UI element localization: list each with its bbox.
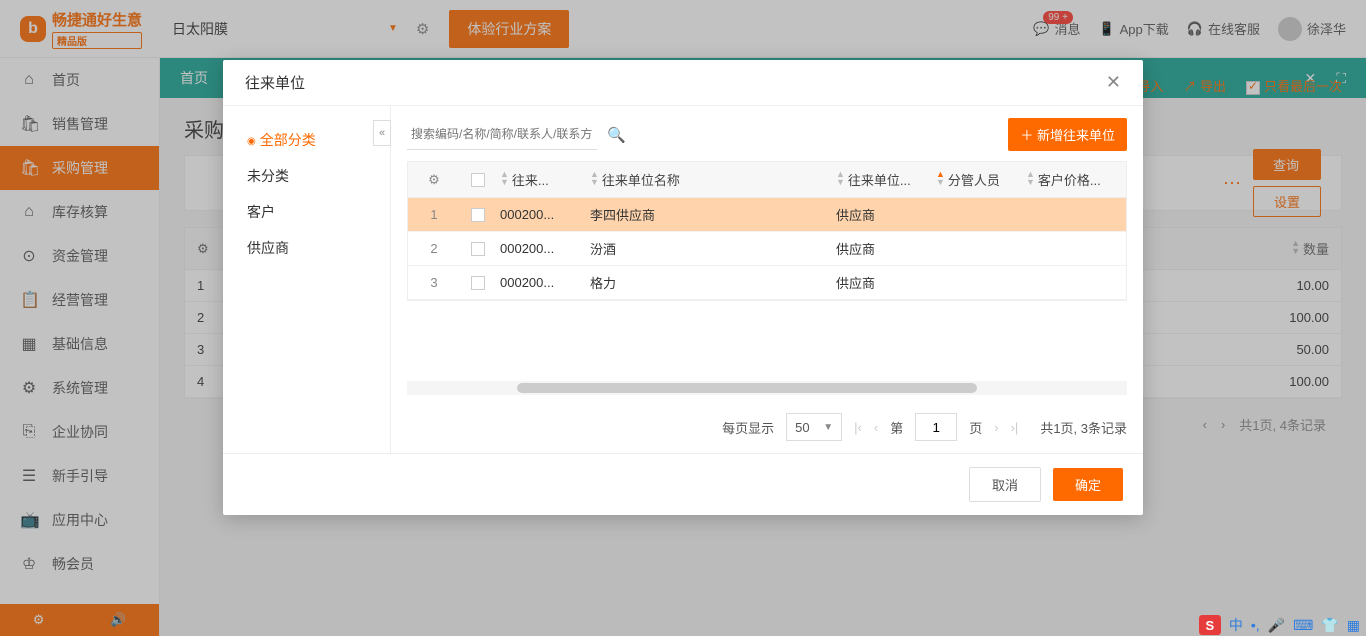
col-code[interactable]: ▲▼往来...	[500, 170, 590, 189]
modal-table: ⚙ ▲▼往来... ▲▼往来单位名称 ▲▼往来单位... ▲▼分管人员 ▲▼客户…	[407, 161, 1127, 301]
ime-bar: S 中 •, 🎤 ⌨ 👕 ▦	[1193, 614, 1366, 636]
category-item[interactable]: 客户	[223, 194, 390, 230]
row-checkbox[interactable]	[471, 276, 485, 290]
collapse-icon[interactable]: «	[373, 120, 391, 146]
h-scrollbar[interactable]	[407, 381, 1127, 395]
page-summary: 共1页, 3条记录	[1040, 418, 1127, 437]
category-item[interactable]: 供应商	[223, 230, 390, 266]
modal-header: 往来单位 ✕	[223, 60, 1143, 106]
modal-title: 往来单位	[245, 72, 305, 93]
page-first-icon[interactable]: |‹	[854, 420, 862, 435]
col-price[interactable]: ▲▼客户价格...	[1026, 170, 1126, 189]
category-all[interactable]: 全部分类	[223, 122, 390, 158]
page-next-icon[interactable]: ›	[994, 420, 998, 435]
scrollbar-thumb[interactable]	[517, 383, 977, 393]
row-checkbox[interactable]	[471, 242, 485, 256]
ime-toolbox-icon[interactable]: ▦	[1347, 617, 1360, 634]
ime-mic-icon[interactable]: 🎤	[1268, 617, 1285, 634]
per-page-select[interactable]: 50▼	[786, 413, 842, 441]
category-item[interactable]: 未分类	[223, 158, 390, 194]
ime-keyboard-icon[interactable]: ⌨	[1293, 617, 1313, 634]
unit-modal: 往来单位 ✕ 全部分类 未分类客户供应商 « 🔍 ＋ 新增往来单位 ⚙	[223, 60, 1143, 515]
col-type[interactable]: ▲▼往来单位...	[836, 170, 936, 189]
modal-footer: 取消 确定	[223, 453, 1143, 515]
modal-sidebar: 全部分类 未分类客户供应商 «	[223, 106, 391, 453]
search-input[interactable]	[407, 120, 597, 150]
modal-main: 🔍 ＋ 新增往来单位 ⚙ ▲▼往来... ▲▼往来单位名称 ▲▼往来单位... …	[391, 106, 1143, 453]
gear-icon[interactable]: ⚙	[408, 172, 460, 188]
page-last-icon[interactable]: ›|	[1011, 420, 1019, 435]
cancel-button[interactable]: 取消	[969, 467, 1041, 502]
col-name[interactable]: ▲▼往来单位名称	[590, 170, 836, 189]
ime-lang[interactable]: 中	[1229, 615, 1243, 635]
ime-punct-icon[interactable]: •,	[1251, 617, 1260, 633]
add-unit-button[interactable]: ＋ 新增往来单位	[1008, 118, 1127, 151]
table-header: ⚙ ▲▼往来... ▲▼往来单位名称 ▲▼往来单位... ▲▼分管人员 ▲▼客户…	[408, 162, 1126, 198]
chevron-down-icon: ▼	[823, 422, 833, 433]
page-prev-icon[interactable]: ‹	[874, 420, 878, 435]
modal-pagination: 每页显示 50▼ |‹ ‹ 第 页 › ›| 共1页, 3条记录	[407, 413, 1127, 441]
ime-logo-icon[interactable]: S	[1199, 615, 1221, 635]
ok-button[interactable]: 确定	[1053, 468, 1123, 501]
table-row[interactable]: 1000200...李四供应商供应商	[408, 198, 1126, 232]
close-icon[interactable]: ✕	[1106, 72, 1121, 93]
row-checkbox[interactable]	[471, 208, 485, 222]
per-page-label: 每页显示	[722, 418, 774, 437]
col-person[interactable]: ▲▼分管人员	[936, 170, 1026, 189]
search-icon[interactable]: 🔍	[607, 126, 626, 144]
ime-skin-icon[interactable]: 👕	[1321, 617, 1338, 634]
table-row[interactable]: 2000200...汾酒供应商	[408, 232, 1126, 266]
modal-overlay: 往来单位 ✕ 全部分类 未分类客户供应商 « 🔍 ＋ 新增往来单位 ⚙	[0, 0, 1366, 636]
table-row[interactable]: 3000200...格力供应商	[408, 266, 1126, 300]
select-all-checkbox[interactable]	[471, 173, 485, 187]
page-input[interactable]	[915, 413, 957, 441]
